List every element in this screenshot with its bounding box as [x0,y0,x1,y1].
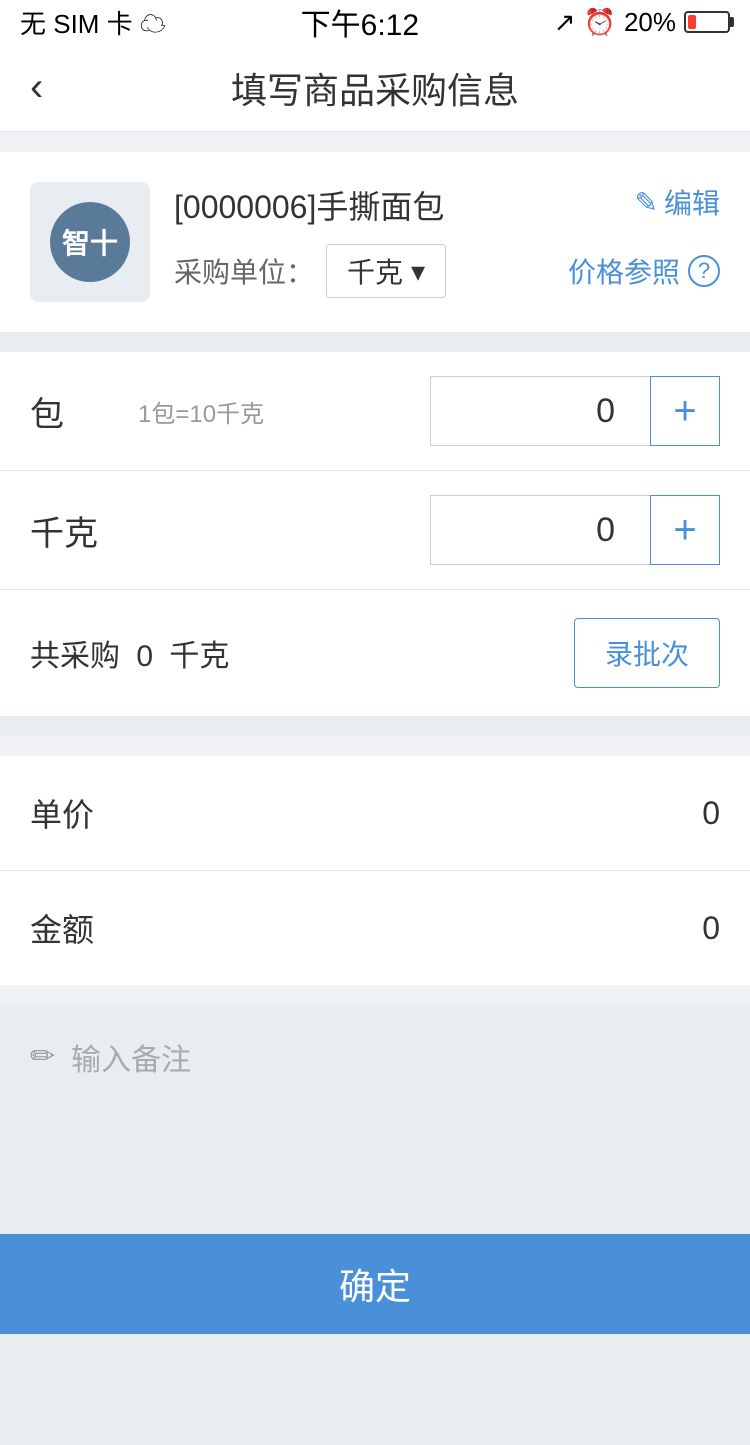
status-time: 下午6:12 [301,0,419,44]
total-text: 共采购 0 千克 [30,631,229,675]
unit-label: 采购单位： [174,251,314,291]
input-section: 包 1包=10千克 + 千克 + [0,352,750,590]
unit-price-label: 单价 [30,790,94,836]
alarm-icon: ⏰ [584,7,616,38]
battery-percent: 20% [624,7,676,38]
unit-row: 采购单位： 千克 ▾ 价格参照 ? [174,244,720,298]
price-ref-help-icon: ? [688,255,720,287]
confirm-button[interactable]: 确定 [0,1234,750,1334]
amount-label: 金额 [30,905,94,951]
unit-value: 千克 [347,251,403,291]
logo-text: 智十 [62,222,118,262]
kg-input-row: 千克 + [0,471,750,590]
bao-input-wrap: + [430,376,720,446]
kg-input[interactable] [430,495,650,565]
price-ref-label: 价格参照 [568,251,680,291]
remark-input[interactable]: 输入备注 [71,1035,191,1079]
back-button[interactable]: ‹ [30,65,63,110]
section-divider-2 [0,716,750,736]
dropdown-icon: ▾ [411,255,425,288]
edit-icon: ✎ [635,186,658,219]
status-bar: 无 SIM 卡 ☁ 下午6:12 ↗ ⏰ 20% [0,0,750,44]
status-right: ↗ ⏰ 20% [554,7,730,38]
bao-plus-button[interactable]: + [650,376,720,446]
location-icon: ↗ [554,7,576,38]
edit-button[interactable]: ✎ 编辑 [635,182,720,222]
unit-select[interactable]: 千克 ▾ [326,244,446,298]
info-section: 单价 0 金额 0 [0,756,750,985]
kg-plus-button[interactable]: + [650,495,720,565]
status-left: 无 SIM 卡 ☁ [20,4,166,41]
total-amount: 0 [136,640,153,673]
unit-price-value: 0 [702,795,720,832]
kg-label: 千克 [30,506,110,555]
product-name: [0000006]手撕面包 [174,182,444,228]
section-divider-1 [0,332,750,352]
page-title: 填写商品采购信息 [231,62,519,114]
product-image: 智十 [30,182,150,302]
batch-record-button[interactable]: 录批次 [574,618,720,688]
bao-input-row: 包 1包=10千克 + [0,352,750,471]
total-prefix: 共采购 [30,640,120,673]
product-name-row: [0000006]手撕面包 ✎ 编辑 [174,182,720,228]
edit-label: 编辑 [664,182,720,222]
pencil-icon: ✏ [30,1039,55,1074]
bao-label: 包 [30,387,110,436]
kg-input-wrap: + [430,495,720,565]
amount-value: 0 [702,910,720,947]
battery-icon [684,11,730,33]
bao-input[interactable] [430,376,650,446]
product-info: [0000006]手撕面包 ✎ 编辑 采购单位： 千克 ▾ 价格参照 ? [174,182,720,298]
bao-sublabel: 1包=10千克 [138,394,264,429]
price-ref-button[interactable]: 价格参照 ? [568,251,720,291]
unit-price-row: 单价 0 [0,756,750,871]
sim-label: 无 SIM 卡 ☁ [20,4,166,41]
amount-row: 金额 0 [0,871,750,985]
bottom-spacer [0,1345,750,1445]
total-unit: 千克 [169,640,229,673]
product-card: 智十 [0000006]手撕面包 ✎ 编辑 采购单位： 千克 ▾ 价格参照 ? [0,152,750,332]
product-logo: 智十 [50,202,130,282]
nav-bar: ‹ 填写商品采购信息 [0,44,750,132]
total-row: 共采购 0 千克 录批次 [0,590,750,716]
